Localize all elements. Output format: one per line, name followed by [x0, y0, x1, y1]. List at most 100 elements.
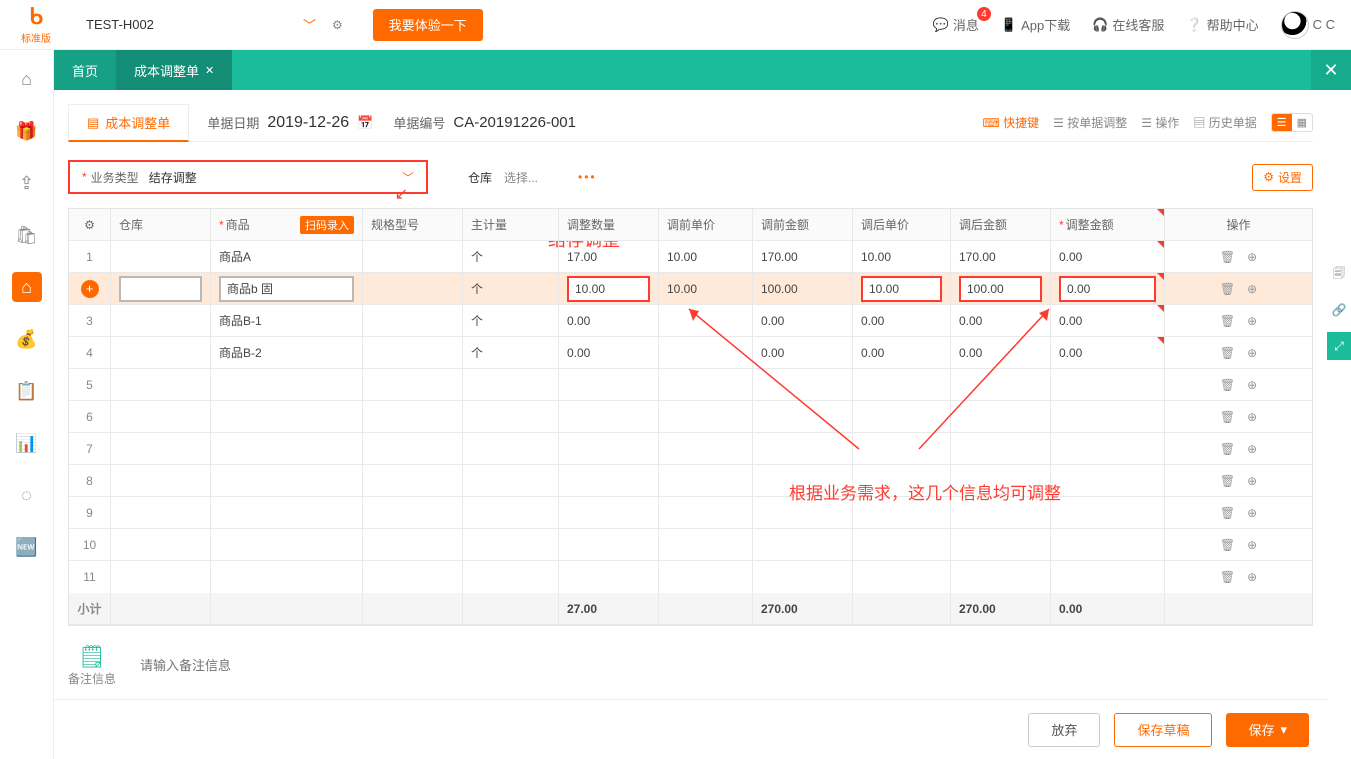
copy-icon[interactable]: ⊕	[1247, 282, 1257, 296]
cell-pre-unit[interactable]	[659, 561, 753, 593]
shortcut-link[interactable]: ⌨ 快捷键	[982, 114, 1039, 131]
remark-input[interactable]	[140, 658, 1313, 673]
cell-warehouse[interactable]	[111, 529, 211, 560]
cell-qty[interactable]: 17.00	[559, 241, 659, 272]
cell-spec[interactable]	[363, 337, 463, 368]
cell-pre-unit[interactable]	[659, 465, 753, 496]
delete-icon[interactable]: 🗑	[1220, 570, 1235, 584]
table-row[interactable]: +商品b 固个10.0010.00100.0010.00100.000.00🗑⊕	[69, 273, 1312, 305]
store-select[interactable]: TEST-H002 ﹀	[76, 10, 326, 40]
cell-after-unit[interactable]: 0.00	[853, 337, 951, 368]
cell-unit[interactable]	[463, 529, 559, 560]
cell-adj[interactable]	[1051, 465, 1165, 496]
settings-button[interactable]: ⚙设置	[1252, 164, 1313, 191]
cell-qty[interactable]: 10.00	[559, 273, 659, 304]
cell-qty[interactable]	[559, 497, 659, 528]
delete-icon[interactable]: 🗑	[1220, 442, 1235, 456]
cell-after-amount[interactable]: 170.00	[951, 241, 1051, 272]
row-index[interactable]: 1	[69, 241, 111, 272]
business-type-select[interactable]: * 业务类型 结存调整 ﹀ ↙	[68, 160, 428, 194]
cell-product[interactable]	[211, 561, 363, 593]
cell-op[interactable]: 🗑⊕	[1165, 241, 1312, 272]
col-gear[interactable]: ⚙	[69, 209, 111, 240]
cell-warehouse[interactable]	[111, 433, 211, 464]
discard-button[interactable]: 放弃	[1028, 713, 1100, 747]
cell-op[interactable]: 🗑⊕	[1165, 305, 1312, 336]
cell-op[interactable]: 🗑⊕	[1165, 337, 1312, 368]
cell-op[interactable]: 🗑⊕	[1165, 369, 1312, 400]
cell-op[interactable]: 🗑⊕	[1165, 561, 1312, 593]
delete-icon[interactable]: 🗑	[1220, 314, 1235, 328]
copy-icon[interactable]: ⊕	[1247, 410, 1257, 424]
cell-pre-unit[interactable]	[659, 337, 753, 368]
cell-unit[interactable]: 个	[463, 305, 559, 336]
cell-after-unit[interactable]	[853, 369, 951, 400]
cell-spec[interactable]	[363, 305, 463, 336]
help-link[interactable]: ❔帮助中心	[1186, 15, 1258, 34]
gift-icon[interactable]: 🎁	[12, 116, 42, 146]
cell-product[interactable]: 商品B-2	[211, 337, 363, 368]
qty-input[interactable]: 10.00	[567, 276, 650, 302]
cell-warehouse[interactable]	[111, 497, 211, 528]
cell-adj[interactable]	[1051, 433, 1165, 464]
gear-icon[interactable]: ⚙	[332, 18, 343, 32]
cell-after-unit[interactable]: 10.00	[853, 273, 951, 304]
cell-adj[interactable]	[1051, 497, 1165, 528]
cell-unit[interactable]	[463, 401, 559, 432]
row-index[interactable]: 7	[69, 433, 111, 464]
cell-unit[interactable]	[463, 497, 559, 528]
copy-icon[interactable]: ⊕	[1247, 378, 1257, 392]
scan-button[interactable]: 扫码录入	[300, 216, 354, 234]
table-row[interactable]: 7🗑⊕	[69, 433, 1312, 465]
cell-spec[interactable]	[363, 241, 463, 272]
cell-after-unit[interactable]	[853, 529, 951, 560]
cell-pre-amount[interactable]	[753, 561, 853, 593]
cell-adj[interactable]	[1051, 561, 1165, 593]
copy-icon[interactable]: ⊕	[1247, 538, 1257, 552]
warehouse-input[interactable]	[119, 276, 202, 302]
expand-icon[interactable]: ⤢	[1327, 332, 1351, 360]
adj-input[interactable]: 0.00	[1059, 276, 1156, 302]
cell-qty[interactable]	[559, 561, 659, 593]
delete-icon[interactable]: 🗑	[1220, 250, 1235, 264]
cell-product[interactable]: 商品B-1	[211, 305, 363, 336]
cell-spec[interactable]	[363, 401, 463, 432]
cell-unit[interactable]	[463, 465, 559, 496]
calendar-icon[interactable]: 📅	[357, 115, 373, 131]
cell-spec[interactable]	[363, 465, 463, 496]
cell-after-unit[interactable]	[853, 561, 951, 593]
cell-unit[interactable]	[463, 561, 559, 593]
cell-product[interactable]	[211, 497, 363, 528]
copy-icon[interactable]: ⊕	[1247, 314, 1257, 328]
delete-icon[interactable]: 🗑	[1220, 282, 1235, 296]
table-row[interactable]: 8🗑⊕	[69, 465, 1312, 497]
cell-pre-amount[interactable]	[753, 529, 853, 560]
warehouse-icon[interactable]: ⌂	[12, 272, 42, 302]
new-icon[interactable]: 🆕	[12, 532, 42, 562]
row-index[interactable]: 5	[69, 369, 111, 400]
cell-adj[interactable]: 0.00	[1051, 241, 1165, 272]
customer-service-link[interactable]: 🎧在线客服	[1092, 15, 1164, 34]
after-amount-input[interactable]: 100.00	[959, 276, 1042, 302]
cell-pre-unit[interactable]	[659, 529, 753, 560]
cell-after-amount[interactable]: 0.00	[951, 305, 1051, 336]
cell-after-unit[interactable]	[853, 433, 951, 464]
cell-unit[interactable]: 个	[463, 273, 559, 304]
cell-op[interactable]: 🗑⊕	[1165, 529, 1312, 560]
cell-warehouse[interactable]	[111, 561, 211, 593]
copy-icon[interactable]: ⊕	[1247, 570, 1257, 584]
row-index[interactable]: 4	[69, 337, 111, 368]
user-menu[interactable]: C C	[1281, 11, 1335, 39]
house-up-icon[interactable]: ⇪	[12, 168, 42, 198]
cell-warehouse[interactable]	[111, 241, 211, 272]
cell-qty[interactable]	[559, 401, 659, 432]
delete-icon[interactable]: 🗑	[1220, 410, 1235, 424]
cell-op[interactable]: 🗑⊕	[1165, 273, 1312, 304]
cell-pre-unit[interactable]	[659, 305, 753, 336]
cell-adj[interactable]: 0.00	[1051, 305, 1165, 336]
cell-warehouse[interactable]	[111, 273, 211, 304]
more-icon[interactable]: •••	[578, 170, 597, 184]
row-index[interactable]: 11	[69, 561, 111, 593]
row-index[interactable]: 8	[69, 465, 111, 496]
table-row[interactable]: 3商品B-1个0.000.000.000.000.00🗑⊕	[69, 305, 1312, 337]
